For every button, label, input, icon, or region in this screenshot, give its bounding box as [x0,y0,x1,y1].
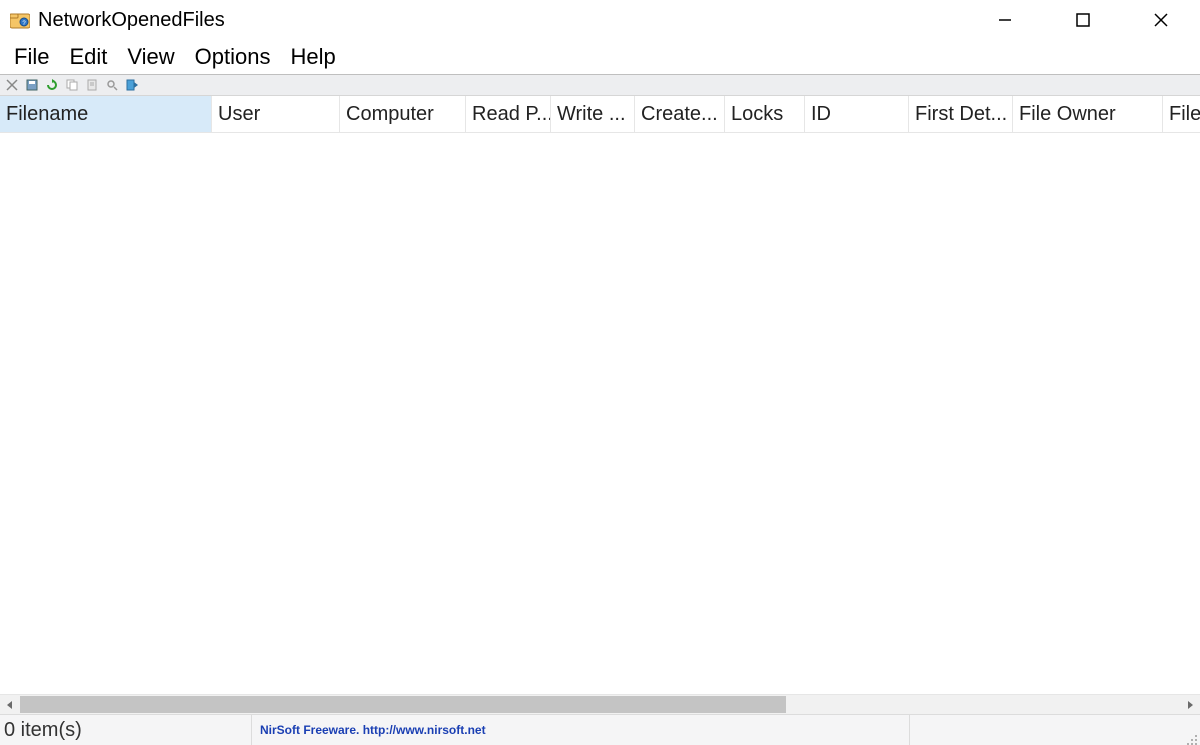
scroll-left-arrow-icon[interactable] [0,695,20,714]
column-header[interactable]: File [1163,96,1200,132]
menu-edit[interactable]: Edit [59,40,117,74]
column-header[interactable]: File Owner [1013,96,1163,132]
menu-options[interactable]: Options [185,40,281,74]
minimize-button[interactable] [966,0,1044,40]
copy-icon[interactable] [64,77,80,93]
refresh-icon[interactable] [44,77,60,93]
column-headers: FilenameUserComputerRead P...Write ...Cr… [0,96,1200,133]
scroll-right-arrow-icon[interactable] [1180,695,1200,714]
list-content[interactable] [0,133,1200,694]
column-header[interactable]: Create... [635,96,725,132]
close-button[interactable] [1122,0,1200,40]
status-item-count: 0 item(s) [0,715,252,745]
resize-grip-icon[interactable] [1184,729,1198,743]
window-title: NetworkOpenedFiles [38,9,225,32]
exit-icon[interactable] [124,77,140,93]
column-header[interactable]: Write ... [551,96,635,132]
status-credit[interactable]: NirSoft Freeware. http://www.nirsoft.net [252,723,486,737]
scroll-thumb[interactable] [20,696,786,713]
find-icon[interactable] [104,77,120,93]
properties-icon[interactable] [84,77,100,93]
column-header[interactable]: Filename [0,96,212,132]
window-controls [966,0,1200,40]
status-bar: 0 item(s) NirSoft Freeware. http://www.n… [0,714,1200,745]
save-icon[interactable] [24,77,40,93]
menu-help[interactable]: Help [281,40,346,74]
status-right-pane [909,715,1200,745]
menu-bar: File Edit View Options Help [0,40,1200,74]
column-header[interactable]: Computer [340,96,466,132]
column-header[interactable]: Locks [725,96,805,132]
maximize-button[interactable] [1044,0,1122,40]
column-header[interactable]: Read P... [466,96,551,132]
column-header[interactable]: First Det... [909,96,1013,132]
toolbar [0,74,1200,96]
title-bar[interactable]: ? NetworkOpenedFiles [0,0,1200,40]
app-icon: ? [10,10,30,30]
close-icon[interactable] [4,77,20,93]
horizontal-scrollbar[interactable] [0,694,1200,714]
column-header[interactable]: ID [805,96,909,132]
menu-view[interactable]: View [117,40,184,74]
column-header[interactable]: User [212,96,340,132]
app-window: ? NetworkOpenedFiles File Edit View Opti… [0,0,1200,745]
scroll-track[interactable] [20,695,1180,714]
menu-file[interactable]: File [4,40,59,74]
